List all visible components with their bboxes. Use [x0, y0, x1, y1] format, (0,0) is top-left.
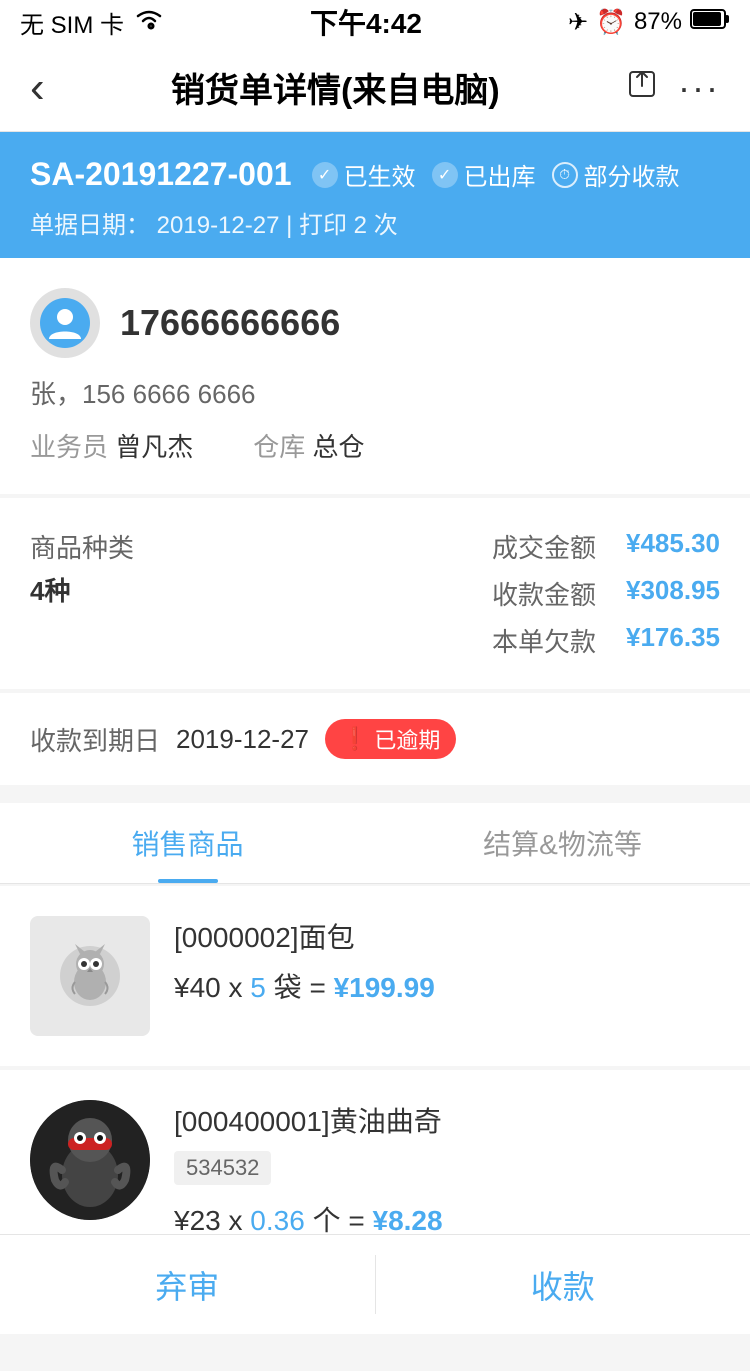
warehouse-info: 仓库 总仓: [253, 427, 364, 464]
clock-icon: ⏱: [552, 162, 578, 188]
nav-right: ···: [626, 67, 720, 109]
order-number: SA-20191227-001: [30, 156, 292, 193]
product-price-cookie: ¥23 x 0.36 个 = ¥8.28: [174, 1199, 720, 1239]
sim-text: 无 SIM 卡: [20, 5, 124, 40]
cancel-review-button[interactable]: 弃审: [0, 1235, 375, 1334]
header-banner: SA-20191227-001 ✓ 已生效 ✓ 已出库 ⏱ 部分收款 单据日期：…: [0, 132, 750, 258]
tabs-section: 销售商品 结算&物流等: [0, 803, 750, 884]
tab-sales-products[interactable]: 销售商品: [0, 803, 375, 883]
check-icon-active: ✓: [312, 162, 338, 188]
product-info-cookie: [000400001]黄油曲奇 534532 ¥23 x 0.36 个 = ¥8…: [174, 1100, 720, 1239]
product-type-label: 商品种类: [30, 528, 134, 565]
product-image-bread: [30, 916, 150, 1036]
customer-name: 张，156 6666 6666: [30, 374, 720, 411]
stats-section: 商品种类 4种 成交金额 ¥485.30 收款金额 ¥308.95 本单欠款 ¥…: [0, 498, 750, 689]
header-date: 单据日期： 2019-12-27 | 打印 2 次: [30, 205, 720, 240]
product-item-bread: [0000002]面包 ¥40 x 5 袋 = ¥199.99: [0, 886, 750, 1066]
collect-payment-button[interactable]: 收款: [376, 1235, 750, 1334]
tabs-row: 销售商品 结算&物流等: [0, 803, 750, 883]
back-button[interactable]: ‹: [30, 63, 45, 113]
product-sku-cookie: 534532: [174, 1151, 271, 1185]
status-badge-shipped: ✓ 已出库: [432, 157, 536, 192]
alarm-icon: ⏰: [596, 8, 626, 37]
nav-left: ‹: [30, 63, 45, 113]
bottom-bar: 弃审 收款: [0, 1234, 750, 1334]
page-title: 销货单详情(来自电脑): [171, 63, 500, 112]
product-name-cookie: [000400001]黄油曲奇: [174, 1100, 720, 1140]
debt-row: 本单欠款 ¥176.35: [492, 622, 720, 659]
customer-section: 17666666666 张，156 6666 6666 业务员 曾凡杰 仓库 总…: [0, 258, 750, 494]
receipt-row: 收款金额 ¥308.95: [492, 575, 720, 612]
status-left: 无 SIM 卡: [20, 5, 164, 40]
customer-row: 17666666666: [30, 288, 720, 358]
stats-left: 商品种类 4种: [30, 528, 134, 608]
status-badge-active: ✓ 已生效: [312, 157, 416, 192]
check-icon-shipped: ✓: [432, 162, 458, 188]
product-name-bread: [0000002]面包: [174, 916, 720, 956]
status-time: 下午4:42: [310, 2, 422, 42]
battery-text: 87%: [634, 8, 682, 36]
customer-meta: 业务员 曾凡杰 仓库 总仓: [30, 427, 720, 464]
avatar: [30, 288, 100, 358]
tab-settlement-logistics[interactable]: 结算&物流等: [375, 803, 750, 883]
share-icon[interactable]: [626, 68, 658, 108]
due-date-section: 收款到期日 2019-12-27 ❗ 已逾期: [0, 693, 750, 785]
product-image-cookie: [30, 1100, 150, 1220]
battery-icon: [690, 8, 730, 37]
avatar-icon: [40, 298, 90, 348]
order-header-row: SA-20191227-001 ✓ 已生效 ✓ 已出库 ⏱ 部分收款: [30, 156, 720, 193]
wifi-icon: [134, 8, 164, 37]
stats-right: 成交金额 ¥485.30 收款金额 ¥308.95 本单欠款 ¥176.35: [492, 528, 720, 659]
transaction-row: 成交金额 ¥485.30: [492, 528, 720, 565]
salesman-info: 业务员 曾凡杰: [30, 427, 193, 464]
overdue-exclamation-icon: ❗: [341, 726, 368, 752]
customer-phone: 17666666666: [120, 302, 340, 344]
product-type-count: 4种: [30, 571, 134, 608]
location-icon: ✈: [568, 8, 588, 37]
status-badges: ✓ 已生效 ✓ 已出库 ⏱ 部分收款: [312, 157, 680, 192]
product-price-bread: ¥40 x 5 袋 = ¥199.99: [174, 966, 720, 1006]
product-info-bread: [0000002]面包 ¥40 x 5 袋 = ¥199.99: [174, 916, 720, 1036]
nav-bar: ‹ 销货单详情(来自电脑) ···: [0, 44, 750, 132]
status-bar: 无 SIM 卡 下午4:42 ✈ ⏰ 87%: [0, 0, 750, 44]
status-badge-partial: ⏱ 部分收款: [552, 157, 680, 192]
overdue-badge: ❗ 已逾期: [325, 719, 456, 759]
status-right: ✈ ⏰ 87%: [568, 8, 730, 37]
more-icon[interactable]: ···: [678, 67, 720, 109]
